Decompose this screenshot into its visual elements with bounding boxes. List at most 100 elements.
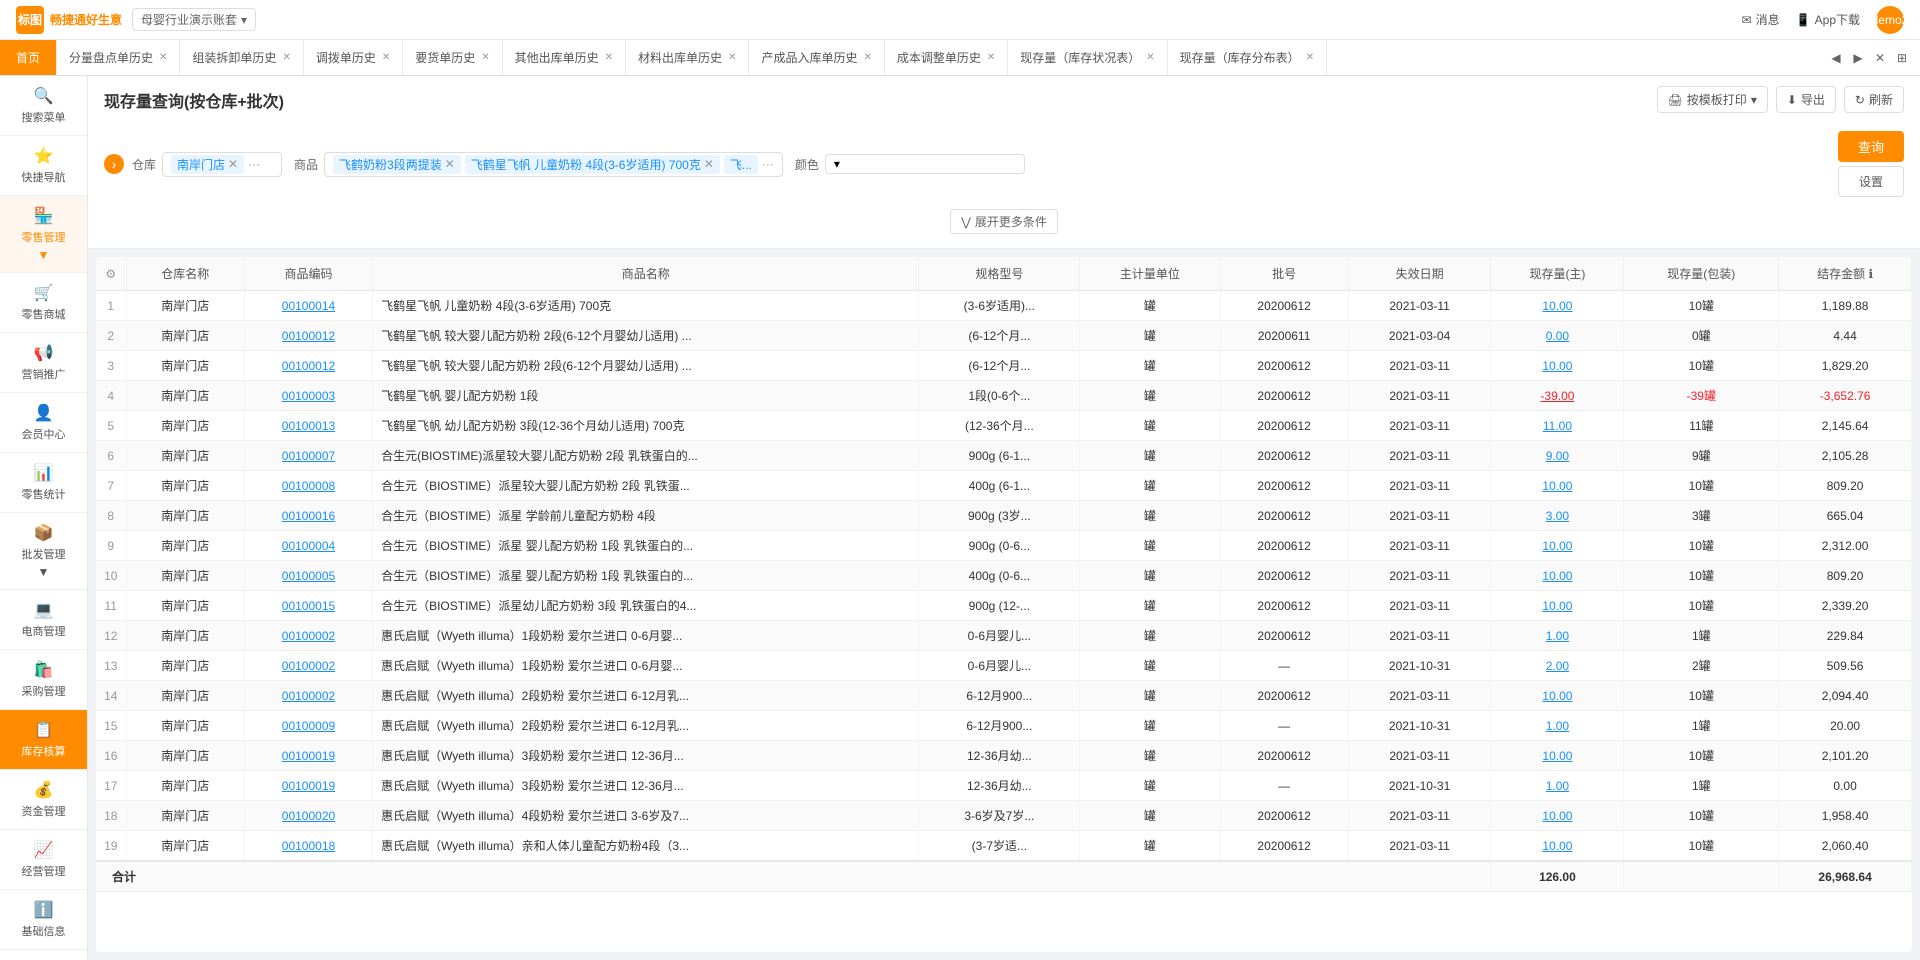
tab-close-5[interactable]: ✕ [605,40,613,76]
tab-nav-right[interactable]: ▶ [1848,40,1868,76]
expand-filter-btn[interactable]: › [104,154,124,174]
tab-4[interactable]: 要货单历史 ✕ [403,40,502,76]
product-tag-1-close[interactable]: ✕ [704,157,714,171]
row-qty-main[interactable]: 10.00 [1491,291,1624,321]
row-qty-main[interactable]: 10.00 [1491,471,1624,501]
tab-close-all[interactable]: ✕ [1870,40,1890,76]
row-code[interactable]: 00100014 [244,291,372,321]
row-code[interactable]: 00100002 [244,681,372,711]
sidebar-item-system[interactable]: ⚙️ 系统管理 [0,950,87,960]
row-qty-main[interactable]: 10.00 [1491,801,1624,831]
row-code[interactable]: 00100004 [244,531,372,561]
warehouse-more[interactable]: ··· [248,157,260,171]
row-code[interactable]: 00100009 [244,711,372,741]
tab-close-3[interactable]: ✕ [382,40,390,76]
warehouse-tag-close[interactable]: ✕ [228,157,238,171]
row-qty-main[interactable]: 1.00 [1491,711,1624,741]
row-code[interactable]: 00100002 [244,651,372,681]
tab-3[interactable]: 调拨单历史 ✕ [304,40,403,76]
refresh-button[interactable]: ↻ 刷新 [1844,86,1904,113]
row-code[interactable]: 00100005 [244,561,372,591]
print-button[interactable]: 🖨 按模板打印 ▾ [1657,86,1768,113]
sidebar-item-inventory[interactable]: 📋 库存核算 [0,710,87,770]
sidebar-item-retail-stats[interactable]: 📊 零售统计 [0,453,87,513]
row-code[interactable]: 00100008 [244,471,372,501]
row-qty-main[interactable]: 10.00 [1491,531,1624,561]
tab-7[interactable]: 产成品入库单历史 ✕ [749,40,884,76]
tab-5[interactable]: 其他出库单历史 ✕ [503,40,626,76]
col-settings[interactable]: ⚙ [96,257,126,291]
row-code[interactable]: 00100012 [244,321,372,351]
query-button[interactable]: 查询 [1838,131,1904,162]
row-qty-main[interactable]: 10.00 [1491,561,1624,591]
row-qty-main[interactable]: 10.00 [1491,681,1624,711]
tab-close-9[interactable]: ✕ [1146,40,1154,76]
product-more[interactable]: ··· [762,157,774,171]
row-code[interactable]: 00100013 [244,411,372,441]
tab-8[interactable]: 成本调整单历史 ✕ [885,40,1008,76]
product-tag-group[interactable]: 飞鹤奶粉3段两提装 ✕ 飞鹤星飞帆 儿童奶粉 4段(3-6岁适用) 700克 ✕… [324,152,783,177]
row-code[interactable]: 00100007 [244,441,372,471]
sidebar-item-wholesale[interactable]: 📦 批发管理 ▼ [0,513,87,590]
tab-expand[interactable]: ⊞ [1892,40,1912,76]
sidebar-item-operations[interactable]: 📈 经营管理 [0,830,87,890]
row-code[interactable]: 00100018 [244,831,372,862]
tab-nav-left[interactable]: ◀ [1826,40,1846,76]
row-qty-main[interactable]: 10.00 [1491,741,1624,771]
tab-close-10[interactable]: ✕ [1306,40,1314,76]
row-qty-main[interactable]: 2.00 [1491,651,1624,681]
row-code[interactable]: 00100012 [244,351,372,381]
sidebar-item-retail-shop[interactable]: 🛒 零售商城 [0,273,87,333]
product-tag-0-close[interactable]: ✕ [445,157,455,171]
tab-close-8[interactable]: ✕ [987,40,995,76]
color-tag-group[interactable]: ▾ [825,154,1025,174]
tab-close-4[interactable]: ✕ [481,40,489,76]
row-qty-main[interactable]: 10.00 [1491,591,1624,621]
sidebar-item-purchase[interactable]: 🛍️ 采购管理 [0,650,87,710]
sidebar-item-retail-mgmt[interactable]: 🏪 零售管理 ▼ [0,196,87,273]
row-code[interactable]: 00100019 [244,771,372,801]
row-code[interactable]: 00100019 [244,741,372,771]
message-btn[interactable]: ✉ 消息 [1742,11,1780,28]
row-qty-main[interactable]: -39.00 [1491,381,1624,411]
tab-2[interactable]: 组装拆卸单历史 ✕ [180,40,303,76]
row-qty-main[interactable]: 1.00 [1491,621,1624,651]
sidebar-item-ecommerce[interactable]: 💻 电商管理 [0,590,87,650]
tab-1[interactable]: 分量盘点单历史 ✕ [57,40,180,76]
row-code[interactable]: 00100016 [244,501,372,531]
sidebar-item-marketing[interactable]: 📢 营销推广 [0,333,87,393]
user-area[interactable]: demo2 [1876,6,1904,34]
app-download-btn[interactable]: 📱 App下载 [1796,11,1860,28]
row-code[interactable]: 00100015 [244,591,372,621]
expand-more-button[interactable]: ⋁ 展开更多条件 [950,209,1058,234]
row-qty-main[interactable]: 3.00 [1491,501,1624,531]
row-code[interactable]: 00100020 [244,801,372,831]
tab-close-6[interactable]: ✕ [728,40,736,76]
row-qty-main[interactable]: 10.00 [1491,351,1624,381]
row-qty-main[interactable]: 11.00 [1491,411,1624,441]
sidebar-item-finance[interactable]: 💰 资金管理 [0,770,87,830]
setting-button[interactable]: 设置 [1838,166,1904,197]
tab-6[interactable]: 材料出库单历史 ✕ [626,40,749,76]
warehouse-select[interactable]: 母婴行业演示账套 ▾ [132,8,256,31]
row-qty-main[interactable]: 10.00 [1491,831,1624,862]
tab-close-7[interactable]: ✕ [863,40,871,76]
row-qty-main[interactable]: 0.00 [1491,321,1624,351]
tab-close-1[interactable]: ✕ [159,40,167,76]
col-settings-icon[interactable]: ⚙ [105,267,116,281]
sidebar-item-search[interactable]: 🔍 搜索菜单 [0,76,87,136]
tab-home[interactable]: 首页 [0,40,57,76]
tab-close-2[interactable]: ✕ [282,40,290,76]
tab-10[interactable]: 现存量（库存分布表） ✕ [1168,40,1327,76]
sidebar-item-basic-info[interactable]: ℹ️ 基础信息 [0,890,87,950]
sidebar-item-nav[interactable]: ⭐ 快捷导航 [0,136,87,196]
warehouse-tag-group[interactable]: 南岸门店 ✕ ··· [162,152,282,177]
row-code[interactable]: 00100003 [244,381,372,411]
row-code[interactable]: 00100002 [244,621,372,651]
row-num: 12 [96,621,126,651]
sidebar-item-member[interactable]: 👤 会员中心 [0,393,87,453]
export-button[interactable]: ⬇ 导出 [1776,86,1836,113]
row-qty-main[interactable]: 9.00 [1491,441,1624,471]
row-qty-main[interactable]: 1.00 [1491,771,1624,801]
tab-9[interactable]: 现存量（库存状况表） ✕ [1008,40,1167,76]
